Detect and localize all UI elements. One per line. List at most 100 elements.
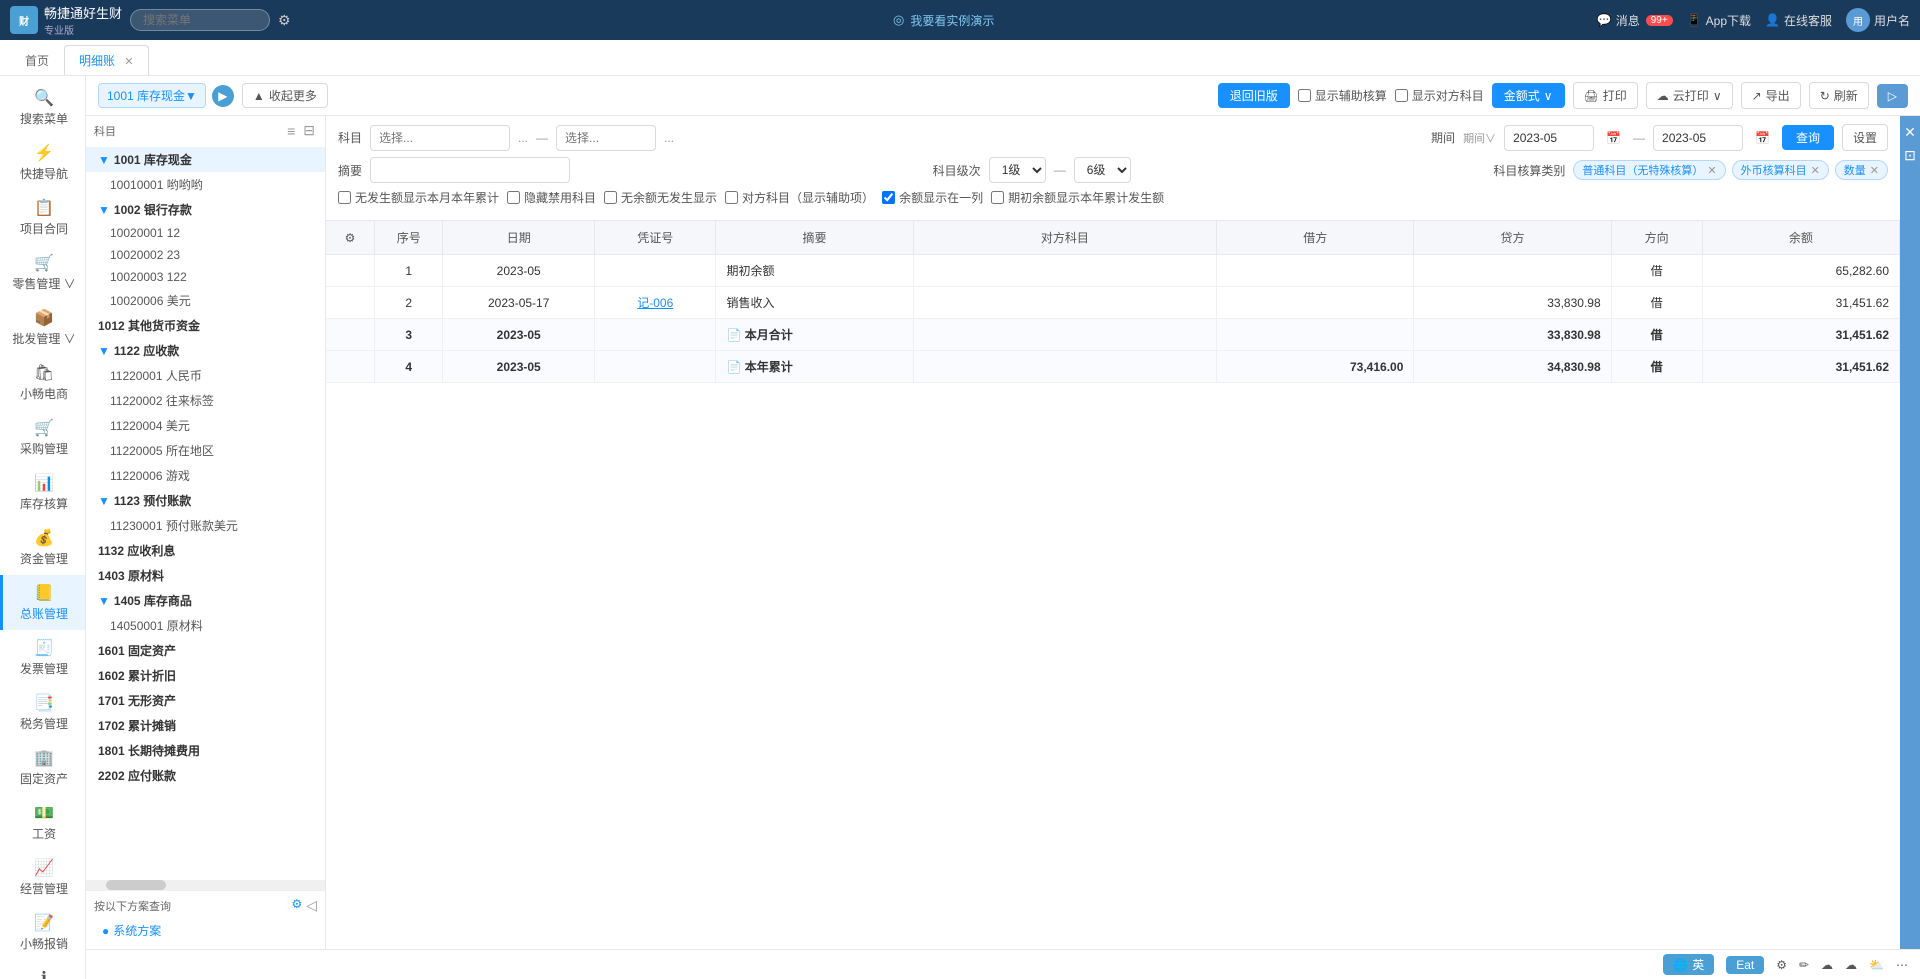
cb-balance-col[interactable]: 余额显示在一列 (882, 189, 983, 206)
tree-collapse-btn[interactable]: ⊟ (301, 120, 317, 141)
sidebar-item-retail[interactable]: 🛒 零售管理 ∨ (0, 245, 85, 300)
sidebar-item-assets[interactable]: 🏢 固定资产 (0, 740, 85, 795)
tree-item-1122[interactable]: ▼1122 应收款 (86, 338, 325, 363)
export-btn[interactable]: ↗ 导出 (1741, 82, 1801, 109)
nav-forward-btn[interactable]: ▶ (212, 85, 234, 107)
cb-no-debit[interactable]: 无发生额显示本月本年累计 (338, 189, 499, 206)
more-icon[interactable]: ⋯ (1896, 958, 1908, 972)
cb-no-balance[interactable]: 无余额无发生显示 (604, 189, 717, 206)
sidebar-item-capital[interactable]: 💰 资金管理 (0, 520, 85, 575)
cb-opposite[interactable]: 对方科目（显示辅助项） (725, 189, 874, 206)
tree-item-10020003[interactable]: 10020003 122 (86, 266, 325, 288)
sidebar-item-expense[interactable]: 📝 小畅报销 (0, 905, 85, 960)
tree-item-1123[interactable]: ▼1123 预付账款 (86, 488, 325, 513)
show-auxiliary-checkbox[interactable] (1298, 89, 1311, 102)
tree-item-1132[interactable]: 1132 应收利息 (86, 538, 325, 563)
cb-no-balance-input[interactable] (604, 191, 617, 204)
subject-end-input[interactable] (556, 125, 656, 151)
tree-item-10020006[interactable]: 10020006 美元 (86, 288, 325, 313)
sidebar-item-quicknav[interactable]: ⚡ 快捷导航 (0, 135, 85, 190)
sidebar-item-wholesale[interactable]: 📦 批发管理 ∨ (0, 300, 85, 355)
tree-item-10010001[interactable]: 10010001 哟哟哟 (86, 172, 325, 197)
tree-item-11220004[interactable]: 11220004 美元 (86, 413, 325, 438)
tree-item-14050001[interactable]: 14050001 原材料 (86, 613, 325, 638)
tree-scrollbar[interactable] (86, 880, 325, 890)
level-start-select[interactable]: 1级 (989, 157, 1046, 183)
query-settings-btn[interactable]: 设置 (1842, 124, 1888, 151)
tree-item-11220002[interactable]: 11220002 往来标签 (86, 388, 325, 413)
cb-hide-disabled-input[interactable] (507, 191, 520, 204)
eat-btn[interactable]: Eat (1726, 956, 1764, 974)
sidebar-item-contract[interactable]: 📋 项目合同 (0, 190, 85, 245)
period-end[interactable] (1653, 125, 1743, 151)
edit-icon[interactable]: ✏ (1799, 958, 1809, 972)
tab-close-icon[interactable]: ✕ (124, 56, 133, 68)
filter-tag-quantity-close[interactable]: ✕ (1870, 164, 1879, 177)
sidebar-item-tax[interactable]: 📑 税务管理 (0, 685, 85, 740)
account-selector[interactable]: 1001 库存现金 ▼ (98, 83, 206, 108)
cb-hide-disabled[interactable]: 隐藏禁用科目 (507, 189, 596, 206)
refresh-btn[interactable]: ↻ 刷新 (1809, 82, 1869, 109)
sidebar-item-basic[interactable]: ℹ 基础信息 (0, 960, 85, 979)
sidebar-item-invoice[interactable]: 🧾 发票管理 (0, 630, 85, 685)
table-gear-icon[interactable]: ⚙ (345, 231, 356, 245)
scheme-refresh-btn[interactable]: ⚙ (291, 897, 302, 914)
tree-item-1701[interactable]: 1701 无形资产 (86, 688, 325, 713)
cb-opposite-input[interactable] (725, 191, 738, 204)
tree-list-btn[interactable]: ≡ (285, 120, 297, 141)
tree-item-1403[interactable]: 1403 原材料 (86, 563, 325, 588)
show-auxiliary-check[interactable]: 显示辅助核算 (1298, 87, 1387, 104)
tree-item-1002[interactable]: ▼1002 银行存款 (86, 197, 325, 222)
tree-item-1702[interactable]: 1702 累计摊销 (86, 713, 325, 738)
sidebar-item-ecom[interactable]: 🛍 小畅电商 (0, 355, 85, 410)
tree-item-1601[interactable]: 1601 固定资产 (86, 638, 325, 663)
sidebar-item-inventory[interactable]: 📊 库存核算 (0, 465, 85, 520)
print-btn[interactable]: 🖨 打印 (1573, 82, 1638, 109)
collapse-right-btn[interactable]: ▷ (1877, 84, 1908, 108)
cb-opening-input[interactable] (991, 191, 1004, 204)
message-item[interactable]: 💬 消息 99+ (1597, 12, 1673, 29)
gear-button[interactable]: ⚙ (278, 12, 291, 29)
tree-item-2202[interactable]: 2202 应付账款 (86, 763, 325, 788)
cloud-bottom-icon[interactable]: ☁ (1821, 958, 1833, 972)
tree-item-1405[interactable]: ▼1405 库存商品 (86, 588, 325, 613)
filter-tag-normal-close[interactable]: ✕ (1707, 164, 1716, 177)
tab-home[interactable]: 首页 (10, 45, 64, 75)
tree-item-1001[interactable]: ▼1001 库存现金 (86, 147, 325, 172)
tree-item-1602[interactable]: 1602 累计折旧 (86, 663, 325, 688)
cloud-print-btn[interactable]: ☁ 云打印 ∨ (1646, 82, 1733, 109)
cb-opening[interactable]: 期初余额显示本年累计发生额 (991, 189, 1164, 206)
settings-bottom-icon[interactable]: ⚙ (1776, 958, 1787, 972)
lang-btn[interactable]: 🌐 英 (1663, 954, 1714, 975)
system-scheme-btn[interactable]: ● 系统方案 (94, 918, 317, 943)
show-opposite-checkbox[interactable] (1395, 89, 1408, 102)
tree-item-1012[interactable]: 1012 其他货币资金 (86, 313, 325, 338)
user-item[interactable]: 用 用户名 (1846, 8, 1910, 32)
return-old-btn[interactable]: 退回旧版 (1218, 83, 1290, 108)
expand-btn[interactable]: ▲ 收起更多 (242, 83, 328, 108)
sidebar-item-purchase[interactable]: 🛒 采购管理 (0, 410, 85, 465)
tree-item-10020001[interactable]: 10020001 12 (86, 222, 325, 244)
edge-close-btn[interactable]: ✕ (1904, 124, 1916, 141)
demo-link[interactable]: 我要看实例演示 (910, 12, 994, 29)
edge-expand-btn[interactable]: ⊡ (1904, 147, 1916, 164)
tab-detail[interactable]: 明细账 ✕ (64, 45, 149, 75)
subject-input[interactable] (370, 125, 510, 151)
cb-balance-col-input[interactable] (882, 191, 895, 204)
voucher-link[interactable]: 记-006 (637, 296, 673, 310)
cloud2-icon[interactable]: ☁ (1845, 958, 1857, 972)
level-end-select[interactable]: 6级 (1074, 157, 1131, 183)
scheme-collapse-btn[interactable]: ◁ (306, 897, 317, 914)
tree-item-11220001[interactable]: 11220001 人民币 (86, 363, 325, 388)
tree-item-1801[interactable]: 1801 长期待摊费用 (86, 738, 325, 763)
tree-item-11230001[interactable]: 11230001 预付账款美元 (86, 513, 325, 538)
amount-style-btn[interactable]: 金额式 ∨ (1492, 83, 1565, 108)
menu-search-input[interactable] (130, 9, 270, 31)
sidebar-item-ledger[interactable]: 📒 总账管理 (0, 575, 85, 630)
tree-item-11220006[interactable]: 11220006 游戏 (86, 463, 325, 488)
filter-tag-foreign-close[interactable]: ✕ (1811, 164, 1820, 177)
app-download-item[interactable]: 📱 App下载 (1687, 12, 1751, 29)
tree-item-10020002[interactable]: 10020002 23 (86, 244, 325, 266)
tree-item-11220005[interactable]: 11220005 所在地区 (86, 438, 325, 463)
sidebar-item-salary[interactable]: 💵 工资 (0, 795, 85, 850)
